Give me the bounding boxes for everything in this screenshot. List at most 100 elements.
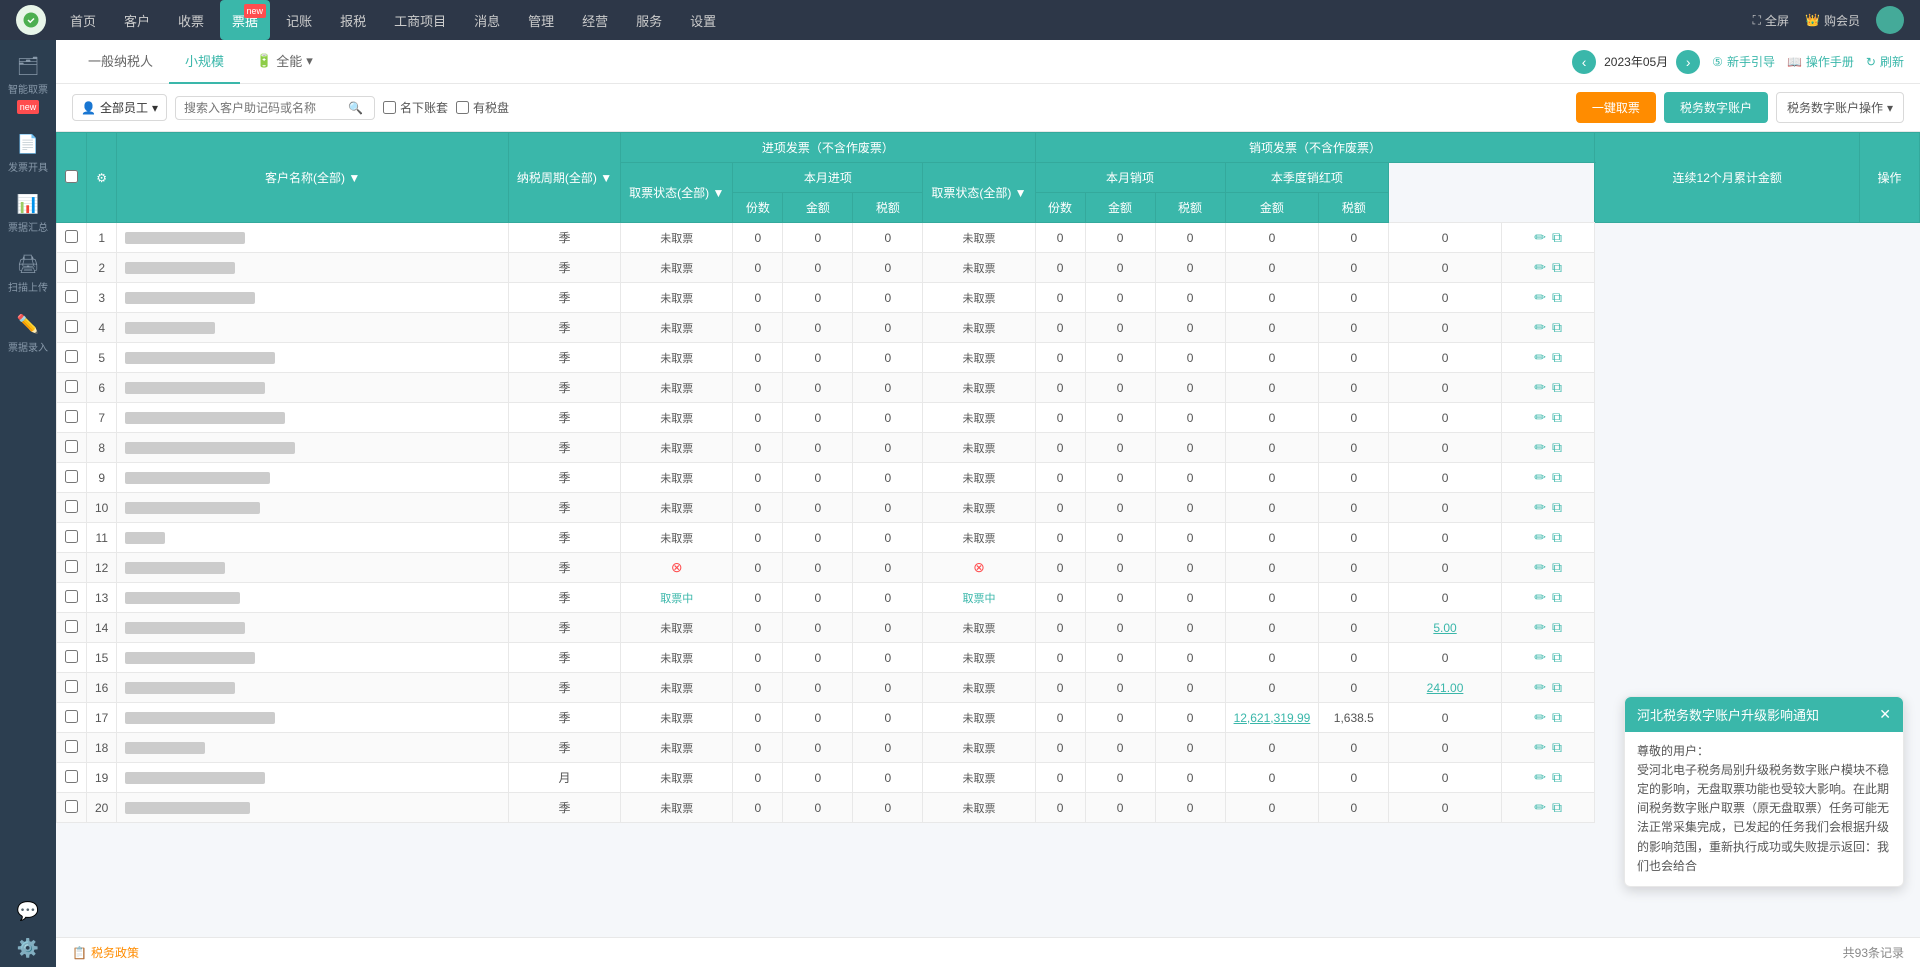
edit-icon[interactable]: ✏ <box>1534 649 1546 666</box>
fullscreen-btn[interactable]: ⛶ 全屏 <box>1753 12 1789 29</box>
edit-icon[interactable]: ✏ <box>1534 769 1546 786</box>
copy-icon[interactable]: ⧉ <box>1552 409 1562 426</box>
copy-icon[interactable]: ⧉ <box>1552 379 1562 396</box>
copy-icon[interactable]: ⧉ <box>1552 649 1562 666</box>
one-click-ticket-btn[interactable]: 一键取票 <box>1576 92 1656 123</box>
row-checkbox[interactable] <box>65 800 78 813</box>
nav-service[interactable]: 服务 <box>624 0 674 40</box>
filter-has-tax-disk[interactable]: 有税盘 <box>456 99 509 116</box>
copy-icon[interactable]: ⧉ <box>1552 559 1562 576</box>
nav-message[interactable]: 消息 <box>462 0 512 40</box>
row-checkbox[interactable] <box>65 680 78 693</box>
row-checkbox[interactable] <box>65 530 78 543</box>
sidebar-item-chat[interactable]: 💬 <box>2 893 54 930</box>
sidebar-item-smart-ticket[interactable]: 🗂 智能取票 new <box>2 48 54 122</box>
row-checkbox[interactable] <box>65 770 78 783</box>
filter-under-account[interactable]: 名下账套 <box>383 99 448 116</box>
row-checkbox[interactable] <box>65 470 78 483</box>
edit-icon[interactable]: ✏ <box>1534 379 1546 396</box>
copy-icon[interactable]: ⧉ <box>1552 529 1562 546</box>
row-checkbox[interactable] <box>65 410 78 423</box>
sidebar-item-invoice-open[interactable]: 📄 发票开具 <box>2 126 54 182</box>
copy-icon[interactable]: ⧉ <box>1552 319 1562 336</box>
under-account-checkbox[interactable] <box>383 101 396 114</box>
nav-client[interactable]: 客户 <box>112 0 162 40</box>
edit-icon[interactable]: ✏ <box>1534 739 1546 756</box>
nav-invoice[interactable]: 票据 new <box>220 0 270 40</box>
edit-icon[interactable]: ✏ <box>1534 409 1546 426</box>
row-checkbox[interactable] <box>65 710 78 723</box>
row-checkbox[interactable] <box>65 650 78 663</box>
row-checkbox[interactable] <box>65 560 78 573</box>
copy-icon[interactable]: ⧉ <box>1552 709 1562 726</box>
cumulative-value[interactable]: 241.00 <box>1427 681 1464 695</box>
nav-accounting[interactable]: 记账 <box>274 0 324 40</box>
vip-btn[interactable]: 👑 购会员 <box>1805 12 1860 29</box>
copy-icon[interactable]: ⧉ <box>1552 769 1562 786</box>
row-checkbox[interactable] <box>65 440 78 453</box>
sidebar-item-settings[interactable]: ⚙️ <box>2 930 54 967</box>
row-checkbox[interactable] <box>65 230 78 243</box>
search-input[interactable] <box>184 101 344 115</box>
edit-icon[interactable]: ✏ <box>1534 799 1546 816</box>
nav-manage[interactable]: 管理 <box>516 0 566 40</box>
subtab-all[interactable]: 🔋 全能 ▾ <box>240 40 329 84</box>
edit-icon[interactable]: ✏ <box>1534 229 1546 246</box>
sidebar-item-scan-upload[interactable]: 🖨 扫描上传 <box>2 246 54 302</box>
tax-digital-account-btn[interactable]: 税务数字账户 <box>1664 92 1768 123</box>
cumulative-value[interactable]: 5.00 <box>1433 621 1456 635</box>
copy-icon[interactable]: ⧉ <box>1552 349 1562 366</box>
nav-tax[interactable]: 报税 <box>328 0 378 40</box>
notification-close-btn[interactable]: ✕ <box>1879 706 1891 723</box>
edit-icon[interactable]: ✏ <box>1534 619 1546 636</box>
tax-policy-link[interactable]: 📋 税务政策 <box>72 944 139 961</box>
row-checkbox[interactable] <box>65 290 78 303</box>
edit-icon[interactable]: ✏ <box>1534 289 1546 306</box>
sidebar-item-invoice-summary[interactable]: 📊 票据汇总 <box>2 186 54 242</box>
copy-icon[interactable]: ⧉ <box>1552 589 1562 606</box>
copy-icon[interactable]: ⧉ <box>1552 619 1562 636</box>
row-checkbox[interactable] <box>65 380 78 393</box>
nav-receive[interactable]: 收票 <box>166 0 216 40</box>
copy-icon[interactable]: ⧉ <box>1552 229 1562 246</box>
edit-icon[interactable]: ✏ <box>1534 589 1546 606</box>
prev-period-btn[interactable]: ‹ <box>1572 50 1596 74</box>
copy-icon[interactable]: ⧉ <box>1552 439 1562 456</box>
edit-icon[interactable]: ✏ <box>1534 259 1546 276</box>
edit-icon[interactable]: ✏ <box>1534 319 1546 336</box>
manual-btn[interactable]: 📖 操作手册 <box>1787 53 1854 70</box>
row-checkbox[interactable] <box>65 320 78 333</box>
ret-amount-value[interactable]: 12,621,319.99 <box>1234 711 1311 725</box>
copy-icon[interactable]: ⧉ <box>1552 739 1562 756</box>
copy-icon[interactable]: ⧉ <box>1552 499 1562 516</box>
row-checkbox[interactable] <box>65 500 78 513</box>
employee-filter[interactable]: 👤 全部员工 ▾ <box>72 94 167 121</box>
copy-icon[interactable]: ⧉ <box>1552 469 1562 486</box>
copy-icon[interactable]: ⧉ <box>1552 259 1562 276</box>
next-period-btn[interactable]: › <box>1676 50 1700 74</box>
refresh-btn[interactable]: ↻ 刷新 <box>1866 53 1904 70</box>
select-all-checkbox[interactable] <box>65 170 78 183</box>
copy-icon[interactable]: ⧉ <box>1552 289 1562 306</box>
user-avatar[interactable] <box>1876 6 1904 34</box>
subtab-general-taxpayer[interactable]: 一般纳税人 <box>72 40 169 84</box>
edit-icon[interactable]: ✏ <box>1534 439 1546 456</box>
edit-icon[interactable]: ✏ <box>1534 559 1546 576</box>
subtab-small-scale[interactable]: 小规模 <box>169 40 240 84</box>
nav-home[interactable]: 首页 <box>58 0 108 40</box>
edit-icon[interactable]: ✏ <box>1534 499 1546 516</box>
row-checkbox[interactable] <box>65 740 78 753</box>
edit-icon[interactable]: ✏ <box>1534 469 1546 486</box>
row-checkbox[interactable] <box>65 260 78 273</box>
tax-digital-account-ops-btn[interactable]: 税务数字账户操作 ▾ <box>1776 92 1904 123</box>
nav-settings[interactable]: 设置 <box>678 0 728 40</box>
nav-operation[interactable]: 经营 <box>570 0 620 40</box>
copy-icon[interactable]: ⧉ <box>1552 799 1562 816</box>
row-checkbox[interactable] <box>65 350 78 363</box>
has-tax-disk-checkbox[interactable] <box>456 101 469 114</box>
edit-icon[interactable]: ✏ <box>1534 529 1546 546</box>
guide-btn[interactable]: ⑤ 新手引导 <box>1712 53 1775 70</box>
row-checkbox[interactable] <box>65 620 78 633</box>
edit-icon[interactable]: ✏ <box>1534 679 1546 696</box>
nav-business[interactable]: 工商项目 <box>382 0 458 40</box>
